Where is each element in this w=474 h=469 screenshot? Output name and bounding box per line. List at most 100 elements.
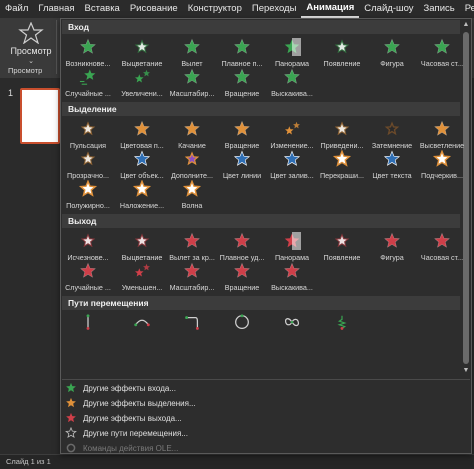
effect-label: Цвет линии — [222, 171, 262, 180]
animation-effect[interactable]: Вылет — [167, 38, 217, 72]
path-circle-icon — [235, 314, 249, 330]
chevron-down-icon: ⌄ — [28, 58, 34, 65]
animation-effect[interactable]: Наложение... — [117, 180, 167, 214]
menu-tab[interactable]: Переходы — [247, 0, 302, 18]
gallery-scrollbar[interactable]: ▲ ▼ — [461, 20, 471, 378]
menu-tab[interactable]: Вставка — [80, 0, 125, 18]
effect-label: Качание — [178, 141, 206, 150]
more-effects-item[interactable]: Другие эффекты выхода... — [65, 411, 365, 425]
animation-effect[interactable]: Вращение — [217, 262, 267, 296]
animation-effect[interactable]: Выскакива... — [267, 68, 317, 102]
motion-path-effect[interactable] — [117, 314, 167, 348]
animation-effect[interactable]: Затемнение — [367, 120, 417, 154]
animation-effect[interactable]: Цвет текста — [367, 150, 417, 184]
animation-effect[interactable]: Плавное уд... — [217, 232, 267, 266]
star-faded-icon — [334, 121, 350, 136]
animation-effect[interactable]: Вращение — [217, 120, 267, 154]
animation-effect[interactable]: Часовая ст... — [417, 232, 467, 266]
animation-effect[interactable]: Панорама — [267, 38, 317, 72]
animation-effect[interactable]: Дополните... — [167, 150, 217, 184]
menu-tab[interactable]: Файл — [0, 0, 33, 18]
menu-tab[interactable]: Запись — [419, 0, 460, 18]
menu-tab[interactable]: Рецен — [460, 0, 474, 18]
animation-effect[interactable]: Уменьшен... — [117, 262, 167, 296]
animation-effect[interactable]: Качание — [167, 120, 217, 154]
motion-path-effect[interactable] — [63, 314, 113, 348]
motion-path-effect[interactable] — [267, 314, 317, 348]
menu-tab[interactable]: Слайд-шоу — [359, 0, 418, 18]
menu-tab[interactable]: Анимация — [301, 0, 360, 18]
effect-label: Цвет залив... — [270, 171, 314, 180]
animation-effect[interactable]: Подчеркив... — [417, 150, 467, 184]
animation-effect[interactable]: Высветление — [417, 120, 467, 154]
motion-path-effect[interactable] — [317, 314, 367, 348]
animation-effect[interactable]: Случайные ... — [63, 262, 113, 296]
animation-effect[interactable]: Цвет залив... — [267, 150, 317, 184]
more-effects-label: Другие эффекты выхода... — [83, 413, 182, 423]
animation-effect[interactable]: Фигура — [367, 232, 417, 266]
ribbon-divider — [56, 20, 57, 74]
star-icon — [384, 232, 400, 248]
scroll-down-arrow-icon[interactable]: ▼ — [461, 366, 471, 376]
animation-effect[interactable]: Волна — [167, 180, 217, 214]
star-icon — [234, 232, 250, 248]
animation-effect[interactable]: Выцветание — [117, 232, 167, 266]
animation-effect[interactable]: Приведени... — [317, 120, 367, 154]
animation-effect[interactable]: Полужирно... — [63, 180, 113, 214]
menu-tab[interactable]: Главная — [33, 0, 79, 18]
star-icon — [284, 68, 300, 84]
star-purple-icon — [184, 151, 200, 166]
animation-effect[interactable]: Часовая ст... — [417, 38, 467, 72]
menu-tab[interactable]: Конструктор — [183, 0, 247, 18]
star-outline-icon — [332, 150, 352, 167]
star-faded-icon — [334, 39, 350, 54]
effect-label: Случайные ... — [65, 283, 111, 292]
animation-effect[interactable]: Прозрачно... — [63, 150, 113, 184]
animation-effect[interactable]: Появление — [317, 232, 367, 266]
animation-effect[interactable]: Вылет за кр... — [167, 232, 217, 266]
animation-effect[interactable]: Фигура — [367, 38, 417, 72]
ole-actions-item[interactable]: Команды действия OLE... — [65, 441, 365, 455]
animation-effect[interactable]: Цвет объек... — [117, 150, 167, 184]
animation-effect[interactable]: Увеличени... — [117, 68, 167, 102]
animation-effect[interactable]: Масштабир... — [167, 68, 217, 102]
effect-label: Дополните... — [170, 171, 214, 180]
animation-effect[interactable]: Случайные ... — [63, 68, 113, 102]
more-effects-item[interactable]: Другие эффекты входа... — [65, 381, 365, 395]
animation-effect[interactable]: Перекраши... — [317, 150, 367, 184]
animation-effect[interactable]: Исчезнове... — [63, 232, 113, 266]
star-icon — [284, 262, 300, 278]
animation-effect[interactable]: Плавное п... — [217, 38, 267, 72]
animation-effect[interactable]: Возникнове... — [63, 38, 113, 72]
animation-effect[interactable]: Цвет линии — [217, 150, 267, 184]
motion-path-effect[interactable] — [217, 314, 267, 348]
animation-effect[interactable]: Выскакива... — [267, 262, 317, 296]
effect-label: Появление — [323, 59, 361, 68]
effect-label: Наложение... — [119, 201, 165, 210]
more-effects-label: Другие эффекты входа... — [83, 383, 176, 393]
effect-label: Выцветание — [121, 59, 163, 68]
animation-effect[interactable]: Масштабир... — [167, 262, 217, 296]
effect-label: Волна — [181, 201, 203, 210]
star-icon — [434, 120, 450, 136]
animation-effect[interactable]: Пульсация — [63, 120, 113, 154]
scroll-up-arrow-icon[interactable]: ▲ — [461, 20, 471, 30]
animation-effect[interactable]: Выцветание — [117, 38, 167, 72]
motion-path-effect[interactable] — [167, 314, 217, 348]
effect-label: Уменьшен... — [121, 283, 163, 292]
menu-tab[interactable]: Рисование — [125, 0, 183, 18]
animation-effect[interactable]: Панорама — [267, 232, 317, 266]
more-effects-item[interactable]: Другие пути перемещения... — [65, 426, 365, 440]
slide-thumbnail[interactable] — [20, 88, 60, 144]
star-icon — [184, 68, 200, 84]
animation-effect[interactable]: Цветовая п... — [117, 120, 167, 154]
animation-effect[interactable]: Появление — [317, 38, 367, 72]
scroll-thumb[interactable] — [463, 32, 469, 364]
more-effects-item[interactable]: Другие эффекты выделения... — [65, 396, 365, 410]
star-small-icon — [135, 69, 150, 83]
effect-label: Исчезнове... — [67, 253, 109, 262]
effect-label: Масштабир... — [169, 283, 215, 292]
star-small-icon — [285, 121, 300, 135]
animation-effect[interactable]: Вращение — [217, 68, 267, 102]
animation-effect[interactable]: Изменение... — [267, 120, 317, 154]
